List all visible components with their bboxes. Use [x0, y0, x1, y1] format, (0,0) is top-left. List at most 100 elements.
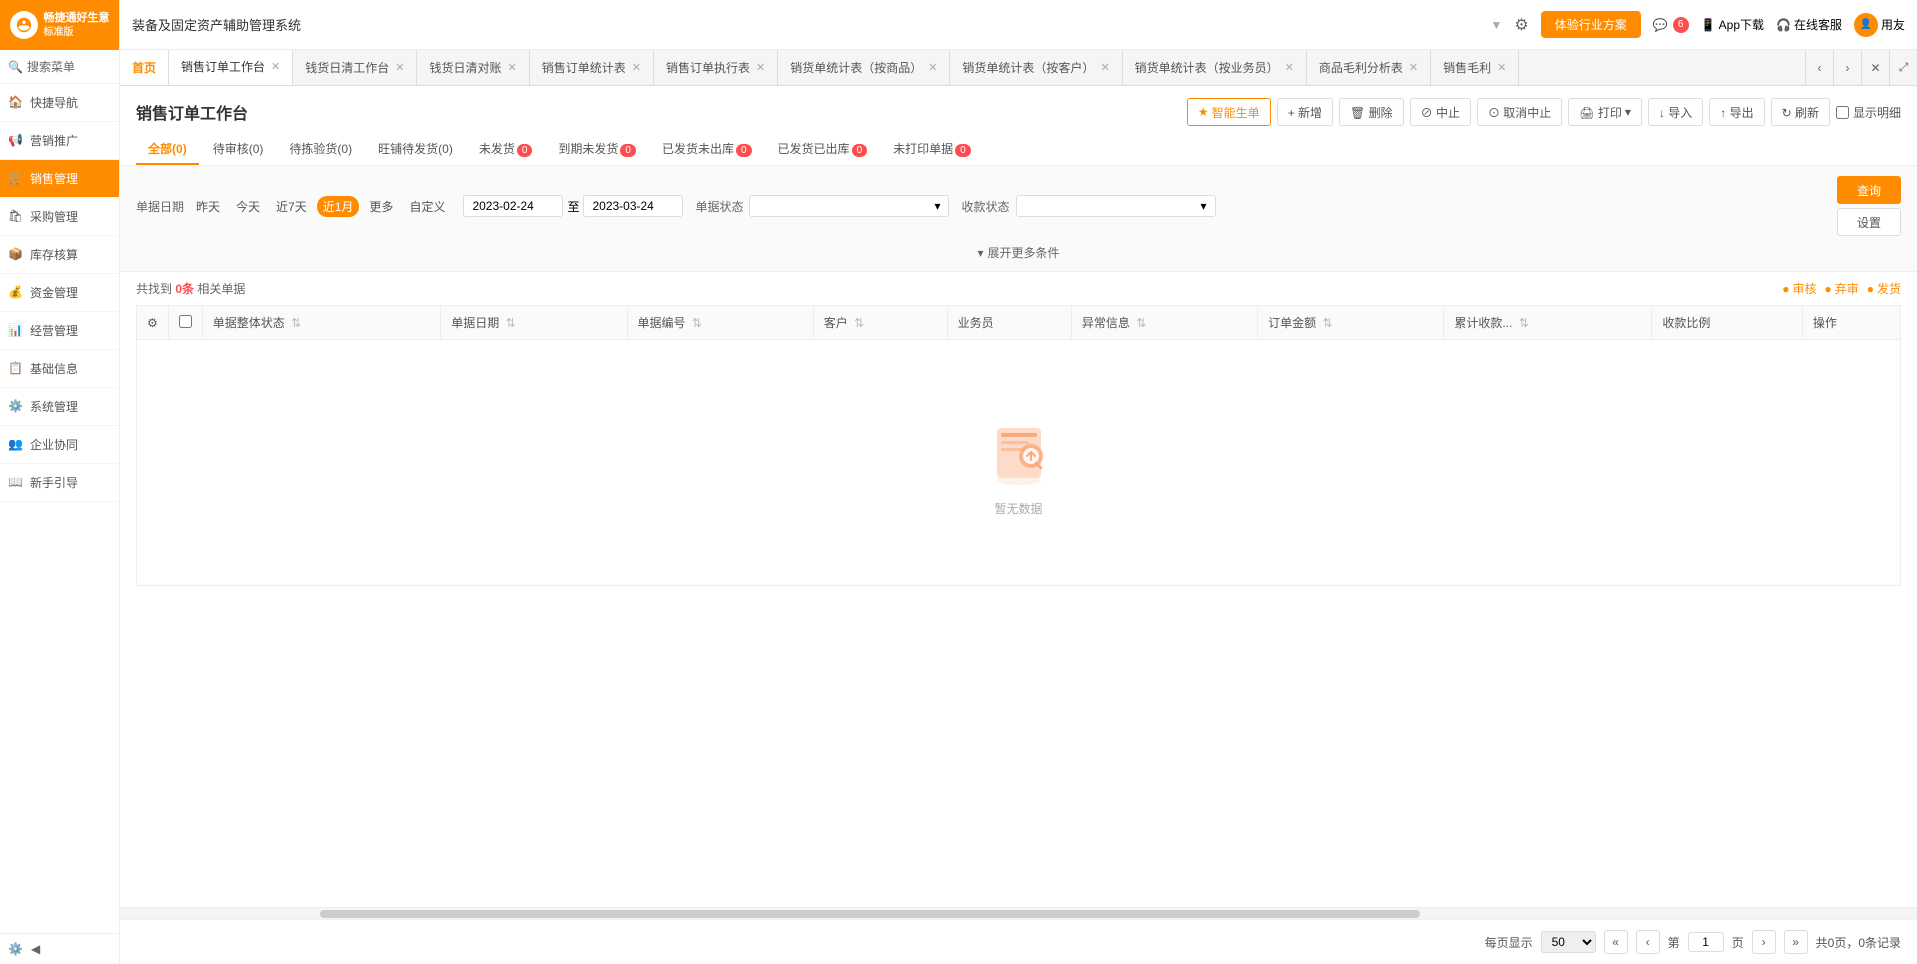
filter-tab-wangpu[interactable]: 旺铺待发货(0) [366, 134, 465, 165]
date-from-input[interactable] [463, 195, 563, 217]
tab-sales-stat[interactable]: 销售订单统计表 ✕ [530, 50, 654, 86]
tab-close-icon[interactable]: ✕ [395, 61, 404, 74]
prev-page-btn[interactable]: ‹ [1636, 930, 1660, 954]
delete-btn[interactable]: 🗑 删除 [1339, 98, 1404, 126]
filter-tab-all[interactable]: 全部(0) [136, 134, 199, 165]
sidebar-item-finance[interactable]: 💰 资金管理 [0, 274, 119, 312]
page-input[interactable] [1688, 932, 1724, 952]
sidebar-item-base-info[interactable]: 📋 基础信息 [0, 350, 119, 388]
filter-tab-shipped-out[interactable]: 已发货已出库0 [766, 134, 880, 165]
date-btn-more[interactable]: 更多 [363, 196, 399, 217]
online-service-item[interactable]: 🎧 在线客服 [1776, 16, 1842, 33]
tab-gross-margin[interactable]: 商品毛利分析表 ✕ [1307, 50, 1431, 86]
add-btn[interactable]: + 新增 [1277, 98, 1333, 126]
export-btn[interactable]: ↑ 导出 [1709, 98, 1764, 126]
set-btn[interactable]: 设置 [1837, 208, 1901, 236]
topbar-settings[interactable]: ⚙ [1514, 15, 1528, 35]
expand-conditions-btn[interactable]: ▾ 展开更多条件 [977, 244, 1059, 261]
sidebar-item-quick-nav[interactable]: 🏠 快捷导航 [0, 84, 119, 122]
tab-close-icon[interactable]: ✕ [1285, 61, 1294, 74]
first-page-btn[interactable]: « [1604, 930, 1628, 954]
sidebar-item-sales[interactable]: 🛒 销售管理 [0, 160, 119, 198]
app-download-item[interactable]: 📱 App下载 [1701, 16, 1764, 33]
filter-tab-not-printed[interactable]: 未打印单据0 [881, 134, 983, 165]
filter-tab-shipped-not-out[interactable]: 已发货未出库0 [650, 134, 764, 165]
filter-tab-expired[interactable]: 到期未发货0 [546, 134, 648, 165]
tab-close-icon[interactable]: ✕ [632, 61, 641, 74]
sort-icon[interactable]: ⇅ [506, 316, 516, 330]
sort-icon[interactable]: ⇅ [854, 316, 864, 330]
sidebar-item-guide[interactable]: 📖 新手引导 [0, 464, 119, 502]
last-page-btn[interactable]: » [1784, 930, 1808, 954]
status-select[interactable]: ▾ [749, 195, 949, 217]
show-detail-checkbox[interactable]: 显示明细 [1836, 104, 1901, 121]
tab-cash-reconcile[interactable]: 钱货日清对账 ✕ [417, 50, 529, 86]
tab-sales-profit[interactable]: 销售毛利 ✕ [1431, 50, 1519, 86]
filter-tab-pending-review[interactable]: 待审核(0) [201, 134, 276, 165]
user-item[interactable]: 👤 用友 [1854, 13, 1905, 37]
next-page-btn[interactable]: › [1752, 930, 1776, 954]
cancel-suspend-btn[interactable]: ⊙ 取消中止 [1477, 98, 1562, 126]
sidebar-item-marketing[interactable]: 📢 营销推广 [0, 122, 119, 160]
tab-close-icon[interactable]: ✕ [1497, 61, 1506, 74]
tab-maximize-btn[interactable]: ⤢ [1889, 50, 1917, 86]
tab-close-icon[interactable]: ✕ [756, 61, 765, 74]
sidebar-item-enterprise[interactable]: 👥 企业协同 [0, 426, 119, 464]
sort-icon[interactable]: ⇅ [1136, 316, 1146, 330]
cancel-review-action[interactable]: ● 弃审 [1824, 280, 1858, 297]
payment-select[interactable]: ▾ [1016, 195, 1216, 217]
tab-sales-workbench[interactable]: 销售订单工作台 ✕ [169, 50, 293, 86]
sort-icon[interactable]: ⇅ [1322, 316, 1332, 330]
sort-icon[interactable]: ⇅ [291, 316, 301, 330]
sidebar-search[interactable]: 🔍 搜索菜单 [0, 50, 119, 84]
select-all-checkbox[interactable] [179, 315, 192, 328]
tab-close-icon[interactable]: ✕ [1409, 61, 1418, 74]
tab-cash-daily[interactable]: 钱货日清工作台 ✕ [293, 50, 417, 86]
date-quick-buttons: 昨天 今天 近7天 近1月 更多 自定义 [190, 196, 451, 217]
tab-close-all-btn[interactable]: ✕ [1861, 50, 1889, 86]
tab-close-icon[interactable]: ✕ [928, 61, 937, 74]
smart-btn[interactable]: ★ 智能生单 [1187, 98, 1271, 126]
settings-icon[interactable]: ⚙️ [8, 942, 23, 956]
solution-btn[interactable]: 体验行业方案 [1541, 11, 1641, 38]
collapse-icon[interactable]: ◀ [31, 942, 40, 956]
sidebar-item-operations[interactable]: 📊 经营管理 [0, 312, 119, 350]
tab-close-icon[interactable]: ✕ [508, 61, 517, 74]
tab-sales-summary-product[interactable]: 销货单统计表（按商品） ✕ [778, 50, 950, 86]
suspend-btn[interactable]: ⊘ 中止 [1410, 98, 1471, 126]
horizontal-scrollbar[interactable] [120, 907, 1917, 919]
sidebar-item-system[interactable]: ⚙️ 系统管理 [0, 388, 119, 426]
tab-close-icon[interactable]: ✕ [1100, 61, 1109, 74]
date-to-input[interactable] [583, 195, 683, 217]
filter-tab-not-shipped[interactable]: 未发货0 [467, 134, 545, 165]
sort-icon[interactable]: ⇅ [1519, 316, 1529, 330]
sidebar-item-purchase[interactable]: 🛍 采购管理 [0, 198, 119, 236]
sort-icon[interactable]: ⇅ [692, 316, 702, 330]
tab-prev-btn[interactable]: ‹ [1805, 50, 1833, 86]
ship-action[interactable]: ● 发货 [1867, 280, 1901, 297]
import-btn[interactable]: ↓ 导入 [1648, 98, 1703, 126]
review-action[interactable]: ● 审核 [1782, 280, 1816, 297]
filter-tab-label: 全部 [148, 142, 172, 156]
print-btn[interactable]: 🖨 打印 ▾ [1568, 98, 1642, 126]
date-btn-1month[interactable]: 近1月 [317, 196, 360, 217]
refresh-btn[interactable]: ↻ 刷新 [1771, 98, 1830, 126]
tab-sales-summary-customer[interactable]: 销货单统计表（按客户） ✕ [950, 50, 1122, 86]
message-item[interactable]: 💬 6 [1653, 17, 1689, 33]
filter-tab-pending-inspect[interactable]: 待拣验货(0) [277, 134, 364, 165]
date-btn-7days[interactable]: 近7天 [270, 196, 313, 217]
date-btn-custom[interactable]: 自定义 [403, 196, 451, 217]
tab-sales-exec[interactable]: 销售订单执行表 ✕ [654, 50, 778, 86]
tab-close-icon[interactable]: ✕ [271, 60, 280, 73]
date-btn-today[interactable]: 今天 [230, 196, 266, 217]
show-detail-input[interactable] [1836, 106, 1849, 119]
tab-home[interactable]: 首页 [120, 50, 169, 86]
page-size-select[interactable]: 50 100 200 [1541, 931, 1596, 953]
date-btn-yesterday[interactable]: 昨天 [190, 196, 226, 217]
query-btn[interactable]: 查询 [1837, 176, 1901, 204]
tab-sales-summary-staff[interactable]: 销货单统计表（按业务员） ✕ [1123, 50, 1307, 86]
scrollbar-thumb[interactable] [320, 910, 1420, 918]
col-settings[interactable]: ⚙ [137, 306, 169, 340]
sidebar-item-inventory[interactable]: 📦 库存核算 [0, 236, 119, 274]
tab-next-btn[interactable]: › [1833, 50, 1861, 86]
